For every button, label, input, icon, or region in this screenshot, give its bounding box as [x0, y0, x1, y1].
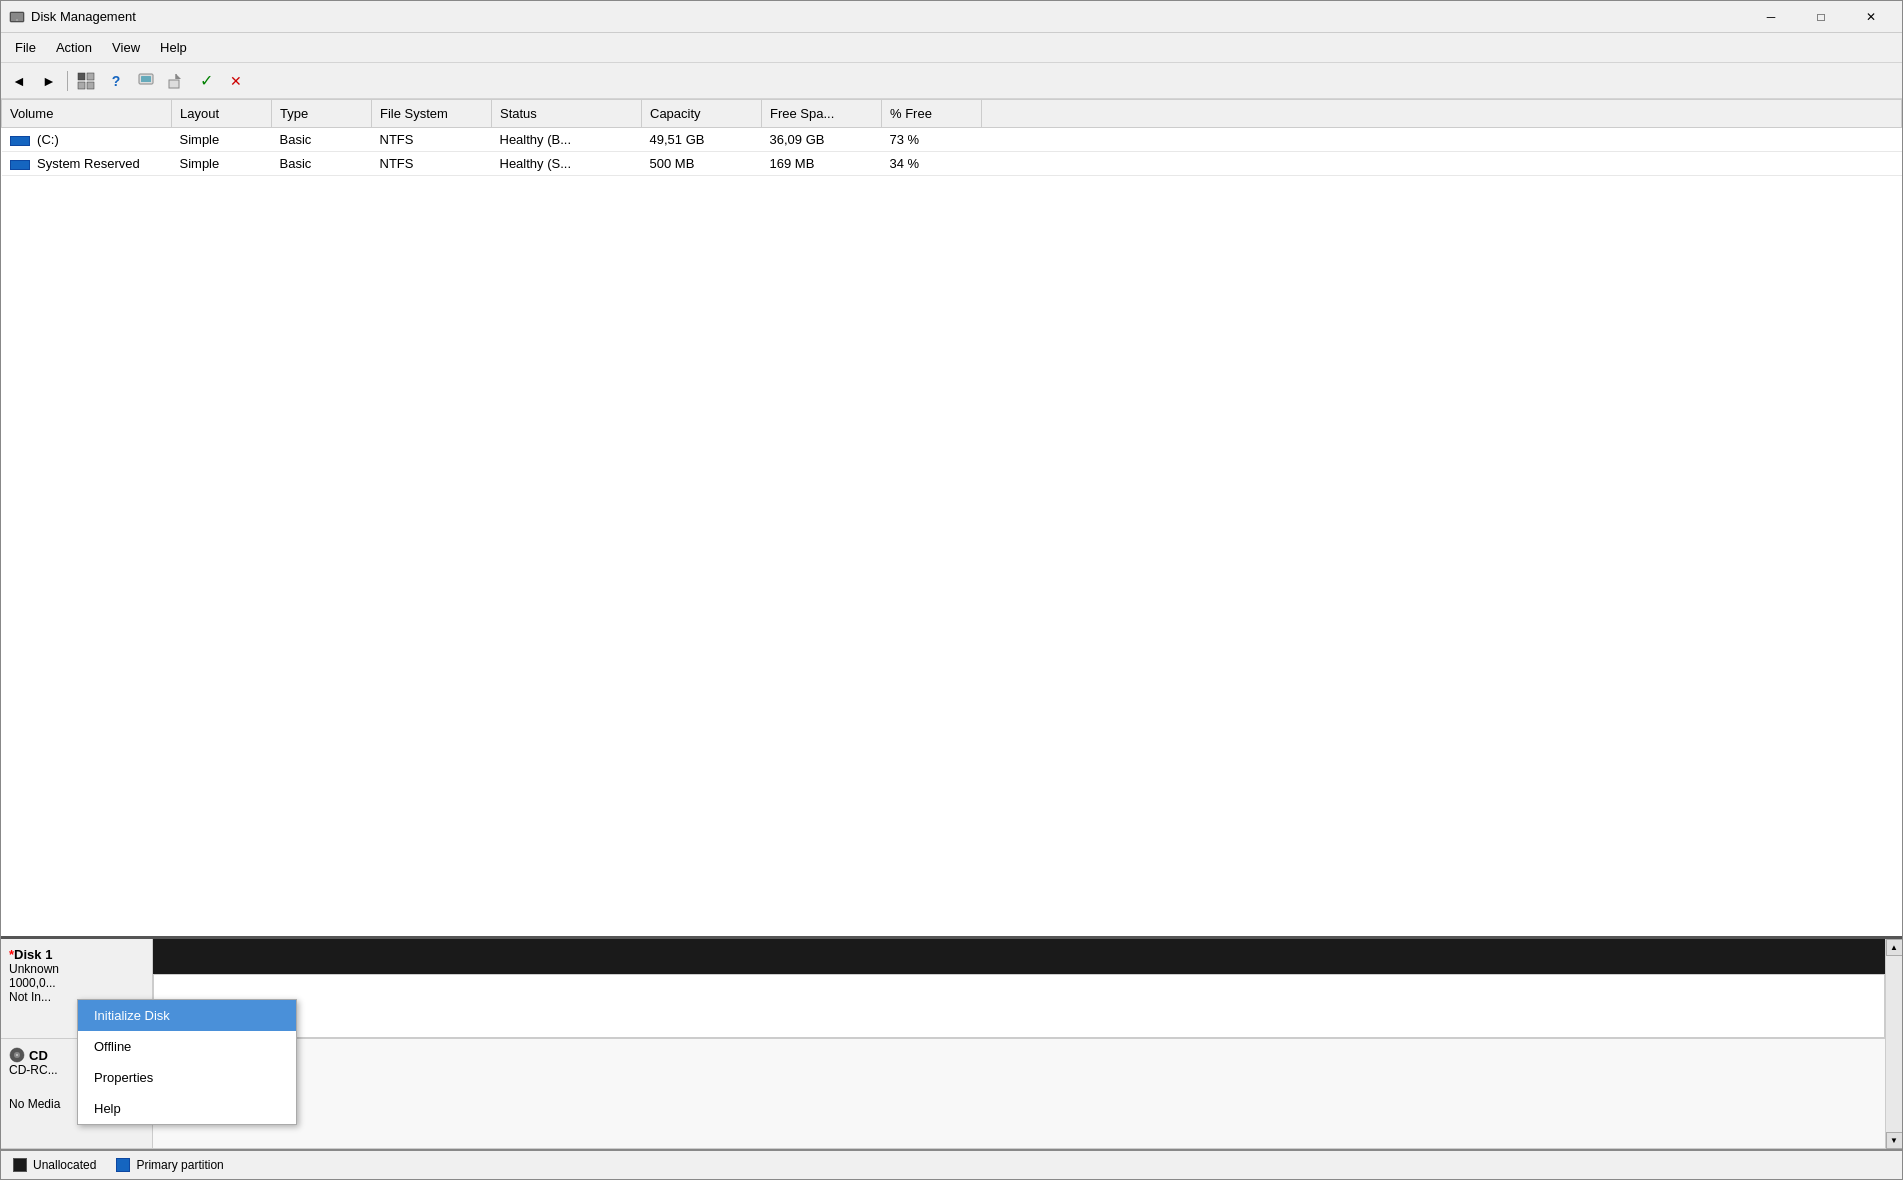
- col-header-freespace[interactable]: Free Spa...: [762, 100, 882, 128]
- svg-point-14: [16, 1054, 18, 1056]
- context-menu: Initialize DiskOfflinePropertiesHelp: [77, 999, 297, 1125]
- context-menu-item-offline[interactable]: Offline: [78, 1031, 296, 1062]
- disk1-row: *Disk 1 Unknown 1000,0... Not In... Init…: [1, 939, 1885, 1039]
- col-header-percentfree[interactable]: % Free: [882, 100, 982, 128]
- cell-extra-1: [982, 152, 1902, 176]
- cd-content: [153, 1039, 1885, 1148]
- svg-rect-3: [78, 73, 85, 80]
- menu-view[interactable]: View: [102, 36, 150, 59]
- titlebar: Disk Management ─ □ ✕: [1, 1, 1902, 33]
- cell-percentfree-0: 73 %: [882, 128, 982, 152]
- col-header-volume[interactable]: Volume: [2, 100, 172, 128]
- legend-unallocated-box: [13, 1158, 27, 1172]
- svg-rect-6: [87, 82, 94, 89]
- toolbar: ◄ ► ? ✓ ✕: [1, 63, 1902, 99]
- col-header-layout[interactable]: Layout: [172, 100, 272, 128]
- disk1-partitions: [153, 939, 1885, 1038]
- col-header-status[interactable]: Status: [492, 100, 642, 128]
- menu-file[interactable]: File: [5, 36, 46, 59]
- table-row[interactable]: System Reserved Simple Basic NTFS Health…: [2, 152, 1902, 176]
- cell-status-1: Healthy (S...: [492, 152, 642, 176]
- col-header-type[interactable]: Type: [272, 100, 372, 128]
- disk-management-window: Disk Management ─ □ ✕ File Action View H…: [0, 0, 1903, 1180]
- help-toolbar-button[interactable]: ?: [102, 67, 130, 95]
- toolbar-separator-1: [67, 71, 68, 91]
- svg-point-2: [16, 19, 18, 21]
- scroll-down-button[interactable]: ▼: [1886, 1132, 1903, 1149]
- legend-unallocated: Unallocated: [13, 1158, 96, 1172]
- minimize-button[interactable]: ─: [1748, 1, 1794, 33]
- col-header-extra: [982, 100, 1902, 128]
- col-header-capacity[interactable]: Capacity: [642, 100, 762, 128]
- up-button[interactable]: [132, 67, 160, 95]
- cell-capacity-0: 49,51 GB: [642, 128, 762, 152]
- window-title: Disk Management: [31, 9, 1748, 24]
- legend-primary: Primary partition: [116, 1158, 223, 1172]
- legend-unallocated-label: Unallocated: [33, 1158, 96, 1172]
- window-controls: ─ □ ✕: [1748, 1, 1894, 33]
- volume-table: Volume Layout Type File System Status Ca…: [1, 99, 1902, 176]
- cell-capacity-1: 500 MB: [642, 152, 762, 176]
- disk1-title: Disk 1: [14, 947, 52, 962]
- scroll-up-button[interactable]: ▲: [1886, 939, 1903, 956]
- disk1-free-area: [153, 974, 1885, 1038]
- legend-primary-box: [116, 1158, 130, 1172]
- volume-table-container: Volume Layout Type File System Status Ca…: [1, 99, 1902, 176]
- main-content: Volume Layout Type File System Status Ca…: [1, 99, 1902, 1179]
- cell-freespace-0: 36,09 GB: [762, 128, 882, 152]
- maximize-button[interactable]: □: [1798, 1, 1844, 33]
- cell-layout-0: Simple: [172, 128, 272, 152]
- svg-rect-8: [141, 76, 151, 82]
- svg-rect-9: [169, 80, 179, 88]
- back-button[interactable]: ◄: [5, 67, 33, 95]
- disk-rows: *Disk 1 Unknown 1000,0... Not In... Init…: [1, 939, 1885, 1149]
- legend-primary-label: Primary partition: [136, 1158, 223, 1172]
- disk1-type: Unknown: [9, 962, 144, 976]
- cancel-toolbar-button[interactable]: ✕: [222, 67, 250, 95]
- disk1-unallocated-bar: [153, 939, 1885, 974]
- disk-scrollbar: ▲ ▼: [1885, 939, 1902, 1149]
- disk1-name: *Disk 1: [9, 947, 144, 962]
- cell-status-0: Healthy (B...: [492, 128, 642, 152]
- export-button[interactable]: [162, 67, 190, 95]
- cell-volume-1: System Reserved: [2, 152, 172, 176]
- context-menu-item-initialize-disk[interactable]: Initialize Disk: [78, 1000, 296, 1031]
- menubar: File Action View Help: [1, 33, 1902, 63]
- cell-freespace-1: 169 MB: [762, 152, 882, 176]
- svg-rect-5: [78, 82, 85, 89]
- app-icon: [9, 9, 25, 25]
- table-row[interactable]: (C:) Simple Basic NTFS Healthy (B... 49,…: [2, 128, 1902, 152]
- menu-help[interactable]: Help: [150, 36, 197, 59]
- disk1-size: 1000,0...: [9, 976, 144, 990]
- svg-rect-4: [87, 73, 94, 80]
- cell-volume-0: (C:): [2, 128, 172, 152]
- cell-type-0: Basic: [272, 128, 372, 152]
- context-menu-item-help[interactable]: Help: [78, 1093, 296, 1124]
- cell-filesystem-0: NTFS: [372, 128, 492, 152]
- cell-filesystem-1: NTFS: [372, 152, 492, 176]
- menu-action[interactable]: Action: [46, 36, 102, 59]
- context-menu-item-properties[interactable]: Properties: [78, 1062, 296, 1093]
- empty-area: [1, 176, 1902, 936]
- cell-extra-0: [982, 128, 1902, 152]
- cd-name: CD: [29, 1048, 48, 1063]
- show-hide-button[interactable]: [72, 67, 100, 95]
- cell-layout-1: Simple: [172, 152, 272, 176]
- cell-type-1: Basic: [272, 152, 372, 176]
- cell-percentfree-1: 34 %: [882, 152, 982, 176]
- forward-button[interactable]: ►: [35, 67, 63, 95]
- check-button[interactable]: ✓: [192, 67, 220, 95]
- disk-area: *Disk 1 Unknown 1000,0... Not In... Init…: [1, 936, 1902, 1149]
- cd-icon: [9, 1047, 25, 1063]
- scrollbar-track: [1886, 956, 1902, 1132]
- close-button[interactable]: ✕: [1848, 1, 1894, 33]
- col-header-filesystem[interactable]: File System: [372, 100, 492, 128]
- legend-bar: Unallocated Primary partition: [1, 1149, 1902, 1179]
